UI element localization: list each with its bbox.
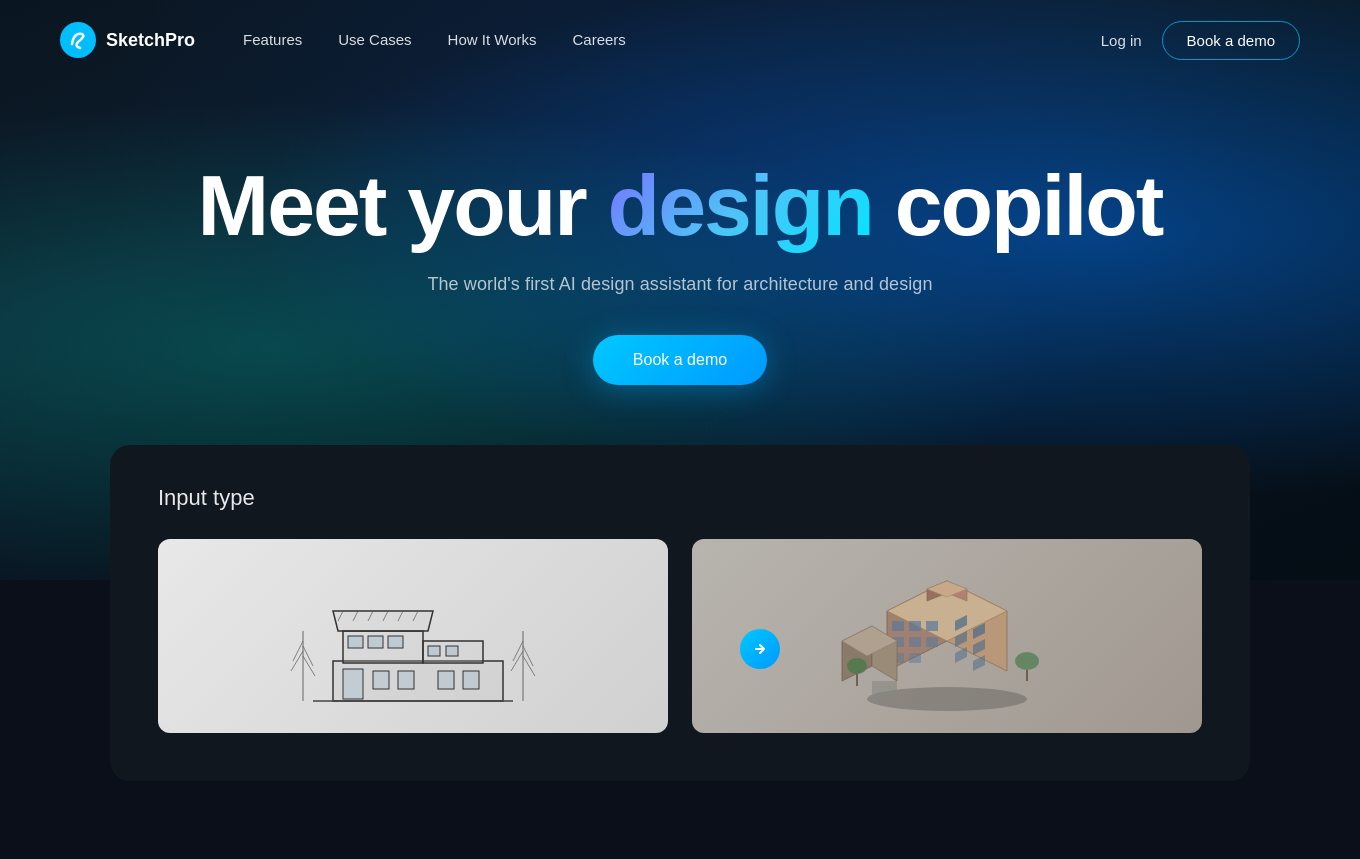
card-fast-sketch[interactable]: Fast Sketch (158, 539, 668, 733)
nav-link-features[interactable]: Features (243, 31, 302, 48)
sketch-illustration (283, 561, 543, 711)
book-demo-button-hero[interactable]: Book a demo (593, 335, 767, 385)
svg-line-3 (303, 646, 313, 666)
svg-point-59 (1015, 652, 1039, 670)
nav-link-careers[interactable]: Careers (573, 31, 626, 48)
svg-line-10 (523, 656, 535, 676)
svg-rect-20 (343, 669, 363, 699)
3d-illustration (827, 561, 1067, 711)
svg-rect-36 (892, 621, 904, 631)
svg-point-0 (60, 22, 96, 58)
svg-rect-41 (926, 637, 938, 647)
logo-icon (60, 22, 96, 58)
svg-rect-15 (348, 636, 363, 648)
input-type-section: Input type (110, 445, 1250, 781)
logo-text: SketchPro (106, 30, 195, 51)
next-arrow-button[interactable] (740, 629, 780, 669)
logo-link[interactable]: SketchPro (60, 22, 195, 58)
hero-title: Meet your design copilot (198, 160, 1163, 250)
hero-section: Meet your design copilot The world's fir… (0, 80, 1360, 445)
svg-rect-40 (909, 637, 921, 647)
navbar: SketchPro Features Use Cases How It Work… (0, 0, 1360, 80)
svg-rect-37 (909, 621, 921, 631)
svg-rect-18 (428, 646, 440, 656)
svg-line-2 (293, 641, 303, 661)
svg-rect-43 (909, 653, 921, 663)
nav-item-features[interactable]: Features (243, 31, 302, 49)
book-demo-button-nav[interactable]: Book a demo (1162, 21, 1300, 60)
svg-line-7 (513, 641, 523, 661)
arrow-right-icon (751, 640, 769, 658)
svg-rect-17 (388, 636, 403, 648)
cards-row: Fast Sketch (158, 539, 1202, 733)
nav-item-use-cases[interactable]: Use Cases (338, 31, 411, 49)
login-button[interactable]: Log in (1101, 32, 1142, 49)
hero-title-prefix: Meet your (198, 157, 608, 253)
svg-line-5 (303, 656, 315, 676)
hero-subtitle: The world's first AI design assistant fo… (427, 274, 932, 295)
svg-marker-56 (872, 681, 897, 696)
hero-title-gradient: design (608, 157, 873, 253)
svg-line-8 (523, 646, 533, 666)
nav-link-how-it-works[interactable]: How It Works (448, 31, 537, 48)
nav-item-how-it-works[interactable]: How It Works (448, 31, 537, 49)
svg-rect-22 (398, 671, 414, 689)
nav-links: Features Use Cases How It Works Careers (243, 31, 626, 49)
input-type-label: Input type (158, 485, 1202, 511)
svg-rect-23 (438, 671, 454, 689)
nav-link-use-cases[interactable]: Use Cases (338, 31, 411, 48)
svg-rect-24 (463, 671, 479, 689)
svg-line-9 (511, 651, 523, 671)
svg-rect-38 (926, 621, 938, 631)
svg-rect-19 (446, 646, 458, 656)
card-image-sketch (158, 539, 668, 733)
svg-rect-21 (373, 671, 389, 689)
svg-line-4 (291, 651, 303, 671)
nav-left: SketchPro Features Use Cases How It Work… (60, 22, 626, 58)
svg-rect-16 (368, 636, 383, 648)
nav-right: Log in Book a demo (1101, 21, 1300, 60)
svg-point-57 (847, 658, 867, 674)
svg-marker-48 (955, 647, 967, 663)
nav-item-careers[interactable]: Careers (573, 31, 626, 49)
hero-title-suffix: copilot (873, 157, 1163, 253)
